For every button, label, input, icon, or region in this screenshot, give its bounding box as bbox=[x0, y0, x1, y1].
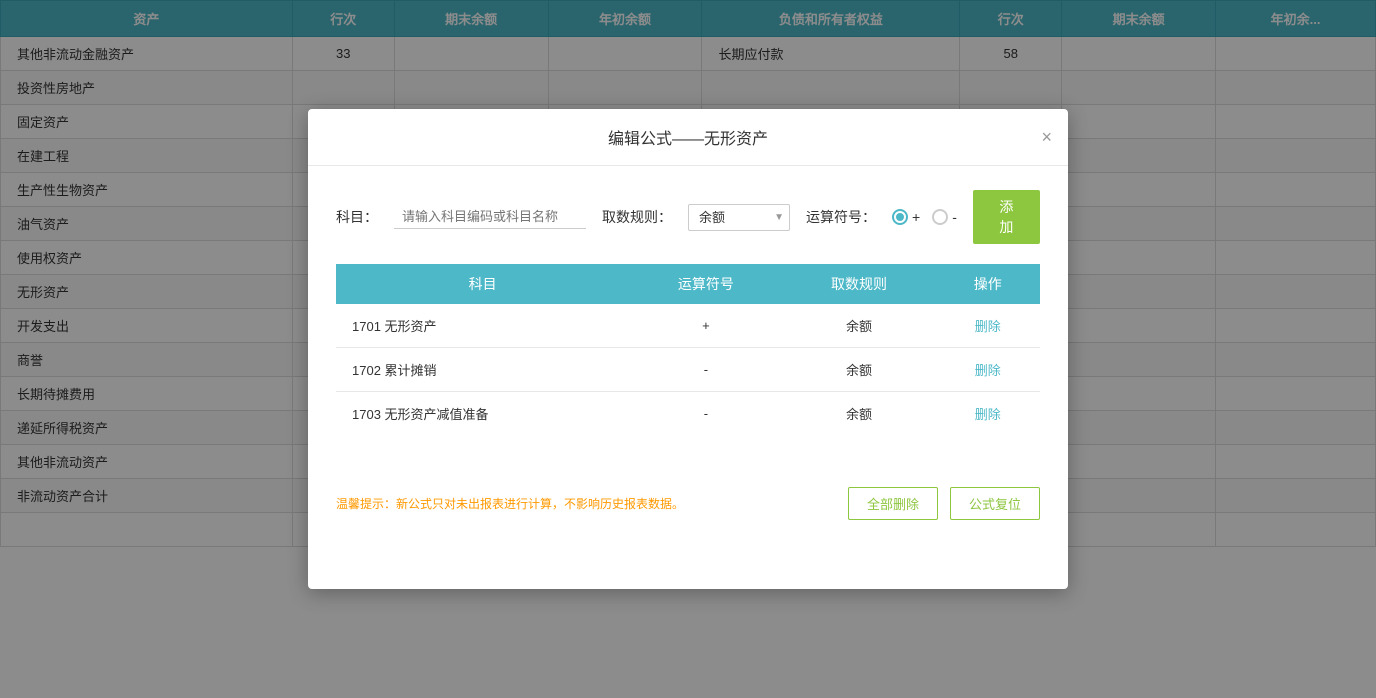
modal-title: 编辑公式——无形资产 bbox=[608, 125, 768, 149]
modal-header: 编辑公式——无形资产 × bbox=[308, 109, 1068, 166]
table-header-row: 科目 运算符号 取数规则 操作 bbox=[336, 264, 1040, 304]
formula-operator-cell: + bbox=[629, 304, 782, 348]
formula-table: 科目 运算符号 取数规则 操作 1701 无形资产 + 余额 删除 1702 累… bbox=[336, 264, 1040, 435]
delete-row-button[interactable]: 删除 bbox=[975, 360, 1001, 379]
formula-action-cell: 删除 bbox=[936, 348, 1040, 392]
formula-table-row: 1702 累计摊销 - 余额 删除 bbox=[336, 348, 1040, 392]
formula-action-cell: 删除 bbox=[936, 392, 1040, 436]
subject-label: 科目： bbox=[336, 207, 378, 227]
modal-overlay: 编辑公式——无形资产 × 科目： 取数规则： 余额 借方发生额 贷方发生额 借方… bbox=[0, 0, 1376, 698]
add-button[interactable]: 添加 bbox=[973, 190, 1040, 244]
modal-body: 科目： 取数规则： 余额 借方发生额 贷方发生额 借方累计 贷方累计 ▼ 运算符… bbox=[308, 166, 1068, 475]
formula-subject-cell: 1701 无形资产 bbox=[336, 304, 629, 348]
delete-all-button[interactable]: 全部删除 bbox=[848, 487, 938, 520]
formula-operator-cell: - bbox=[629, 392, 782, 436]
rule-select-wrapper: 余额 借方发生额 贷方发生额 借方累计 贷方累计 ▼ bbox=[688, 204, 790, 231]
operator-radio-group: + - bbox=[892, 209, 957, 225]
formula-rule-cell: 余额 bbox=[782, 304, 935, 348]
operator-plus-label: + bbox=[912, 209, 920, 225]
modal-close-button[interactable]: × bbox=[1041, 128, 1052, 146]
modal-footer: 温馨提示：新公式只对未出报表进行计算，不影响历史报表数据。 全部删除 公式复位 bbox=[308, 475, 1068, 540]
col-subject: 科目 bbox=[336, 264, 629, 304]
rule-label: 取数规则： bbox=[602, 207, 672, 227]
formula-action-cell: 删除 bbox=[936, 304, 1040, 348]
radio-minus-circle bbox=[932, 209, 948, 225]
formula-subject-cell: 1702 累计摊销 bbox=[336, 348, 629, 392]
operator-minus-radio[interactable]: - bbox=[932, 209, 957, 225]
radio-plus-circle bbox=[892, 209, 908, 225]
delete-row-button[interactable]: 删除 bbox=[975, 316, 1001, 335]
formula-rule-cell: 余额 bbox=[782, 392, 935, 436]
col-rule: 取数规则 bbox=[782, 264, 935, 304]
form-row: 科目： 取数规则： 余额 借方发生额 贷方发生额 借方累计 贷方累计 ▼ 运算符… bbox=[336, 190, 1040, 244]
col-operator: 运算符号 bbox=[629, 264, 782, 304]
operator-minus-label: - bbox=[952, 209, 957, 225]
rule-select[interactable]: 余额 借方发生额 贷方发生额 借方累计 贷方累计 bbox=[688, 204, 790, 231]
warning-text: 温馨提示：新公式只对未出报表进行计算，不影响历史报表数据。 bbox=[336, 495, 684, 512]
formula-table-row: 1703 无形资产减值准备 - 余额 删除 bbox=[336, 392, 1040, 436]
operator-label: 运算符号： bbox=[806, 207, 876, 227]
footer-buttons: 全部删除 公式复位 bbox=[848, 487, 1040, 520]
reset-button[interactable]: 公式复位 bbox=[950, 487, 1040, 520]
subject-input[interactable] bbox=[394, 205, 586, 229]
formula-table-row: 1701 无形资产 + 余额 删除 bbox=[336, 304, 1040, 348]
col-action: 操作 bbox=[936, 264, 1040, 304]
formula-rule-cell: 余额 bbox=[782, 348, 935, 392]
delete-row-button[interactable]: 删除 bbox=[975, 404, 1001, 423]
formula-subject-cell: 1703 无形资产减值准备 bbox=[336, 392, 629, 436]
edit-formula-modal: 编辑公式——无形资产 × 科目： 取数规则： 余额 借方发生额 贷方发生额 借方… bbox=[308, 109, 1068, 589]
operator-plus-radio[interactable]: + bbox=[892, 209, 920, 225]
formula-operator-cell: - bbox=[629, 348, 782, 392]
